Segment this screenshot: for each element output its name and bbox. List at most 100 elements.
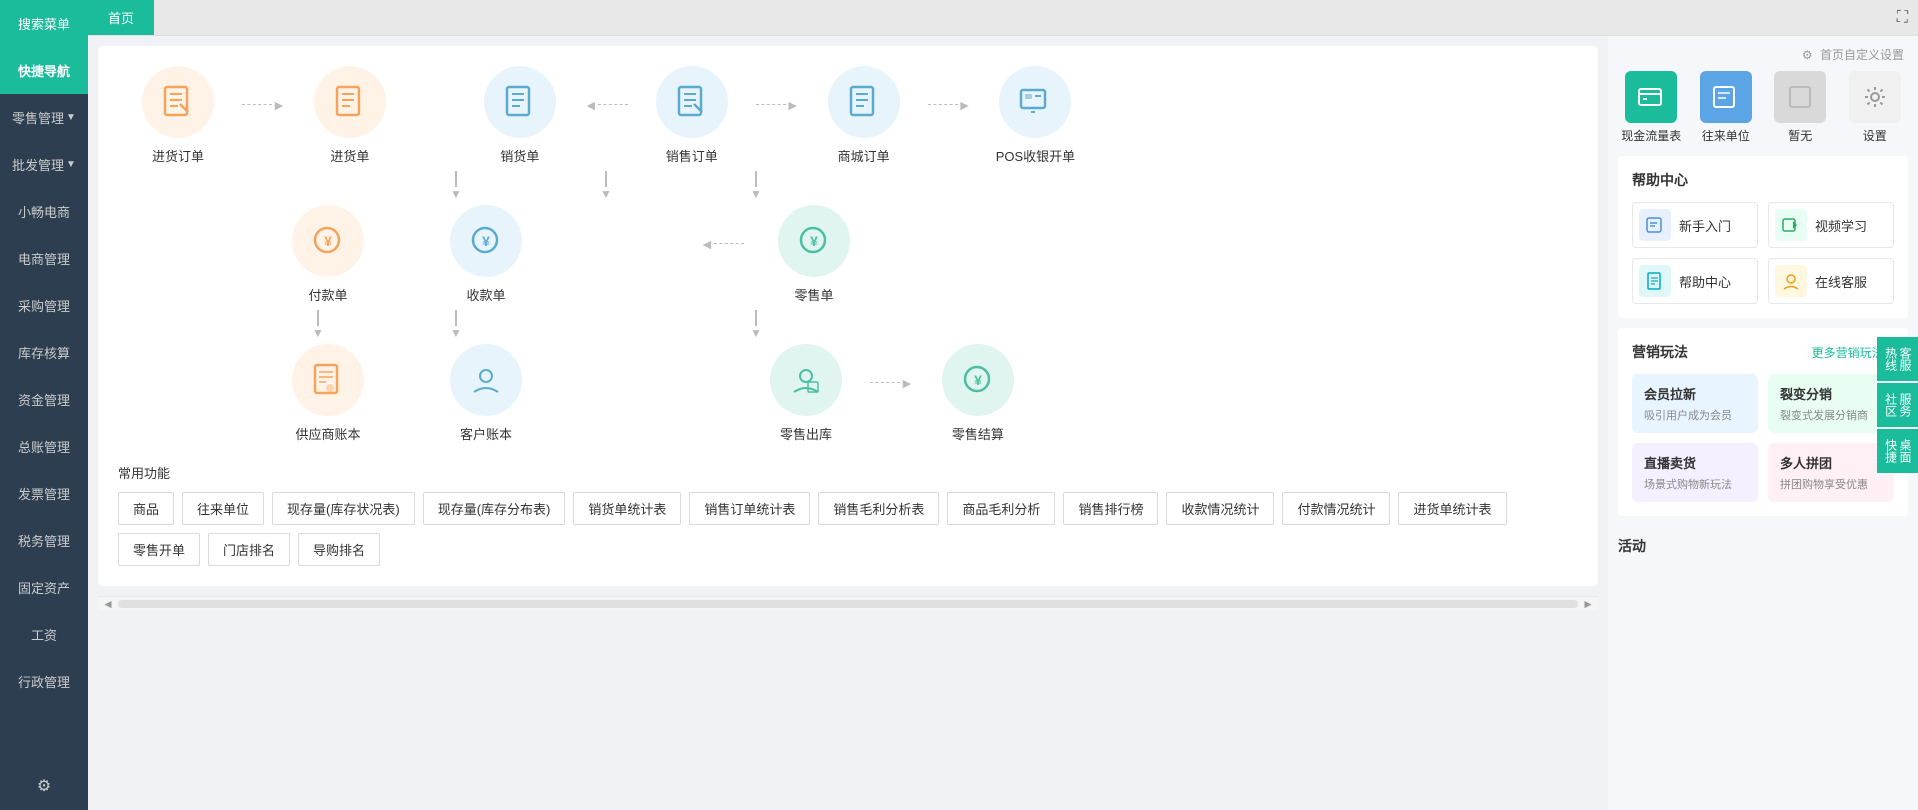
marketing-item-live[interactable]: 直播卖货 场景式购物新玩法 xyxy=(1632,443,1758,502)
sidebar-item-ecommerce-small[interactable]: 小畅电商 xyxy=(0,188,88,235)
qa-cashflow[interactable]: 现金流量表 xyxy=(1618,71,1685,144)
settings-icon[interactable]: ⚙ xyxy=(0,762,88,810)
retail-settle-icon: ¥ xyxy=(942,344,1014,416)
tab-home[interactable]: 首页 xyxy=(88,0,154,35)
v-arrow-payment: ▼ xyxy=(268,310,368,340)
mall-order-icon xyxy=(828,66,900,138)
flow-node-sales[interactable]: 销货单 xyxy=(460,66,580,165)
live-desc: 场景式购物新玩法 xyxy=(1644,476,1746,492)
arrow-6: ► xyxy=(870,375,914,391)
receipt-label: 收款单 xyxy=(466,285,505,304)
float-btn-service[interactable]: 客服热线 xyxy=(1877,337,1918,381)
svg-text:¥: ¥ xyxy=(810,233,818,249)
distribution-desc: 裂变式发展分销商 xyxy=(1780,407,1882,423)
sidebar-item-inventory[interactable]: 库存核算 xyxy=(0,329,88,376)
func-btn-store-rank[interactable]: 门店排名 xyxy=(208,533,290,566)
flow-node-pos[interactable]: POS收银开单 xyxy=(975,66,1095,165)
qa-settings-label: 设置 xyxy=(1863,127,1887,144)
sidebar-item-salary[interactable]: 工资 xyxy=(0,611,88,658)
func-btn-stock-dist[interactable]: 现存量(库存分布表) xyxy=(423,492,566,525)
sidebar-item-label: 工资 xyxy=(31,625,57,644)
sidebar-item-label: 库存核算 xyxy=(18,343,70,362)
svg-text:¥: ¥ xyxy=(974,372,982,388)
func-buttons: 商品 往来单位 现存量(库存状况表) 现存量(库存分布表) 销货单统计表 销售订… xyxy=(118,492,1578,566)
bottom-scrollbar[interactable]: ◄ ► xyxy=(98,596,1598,610)
sidebar-item-purchase[interactable]: 采购管理 xyxy=(0,282,88,329)
flow-node-customer-ledger[interactable]: 客户账本 xyxy=(426,344,546,443)
marketing-item-member[interactable]: 会员拉新 吸引用户成为会员 xyxy=(1632,374,1758,433)
mall-order-label: 商城订单 xyxy=(838,146,890,165)
retail-label: 零售单 xyxy=(794,285,833,304)
flow-node-purchase-order[interactable]: 进货订单 xyxy=(118,66,238,165)
chevron-down-icon: ▼ xyxy=(66,112,76,123)
qa-none[interactable]: 暂无 xyxy=(1767,71,1834,144)
customer-ledger-label: 客户账本 xyxy=(460,424,512,443)
scroll-right-arrow[interactable]: ► xyxy=(1582,597,1594,611)
help-item-video[interactable]: 视频学习 xyxy=(1768,202,1894,248)
flow-node-purchase[interactable]: 进货单 xyxy=(290,66,410,165)
sidebar-item-finance[interactable]: 资金管理 xyxy=(0,376,88,423)
func-btn-retail-order[interactable]: 零售开单 xyxy=(118,533,200,566)
activity-section: 活动 xyxy=(1618,526,1908,562)
sidebar-search[interactable]: 搜索菜单 xyxy=(0,0,88,47)
float-btn-desktop[interactable]: 桌面快捷 xyxy=(1877,429,1918,473)
flow-node-mall-order[interactable]: 商城订单 xyxy=(804,66,924,165)
retail-icon: ¥ xyxy=(778,205,850,277)
help-item-help[interactable]: 帮助中心 xyxy=(1632,258,1758,304)
svg-text:¥: ¥ xyxy=(324,233,332,249)
sidebar-item-wholesale[interactable]: 批发管理 ▼ xyxy=(0,141,88,188)
func-btn-sales-rank[interactable]: 销售排行榜 xyxy=(1063,492,1158,525)
flow-node-retail-out[interactable]: 零售出库 xyxy=(746,344,866,443)
purchase-order-label: 进货订单 xyxy=(152,146,204,165)
scroll-track[interactable] xyxy=(118,600,1578,608)
func-btn-sales-stat[interactable]: 销货单统计表 xyxy=(573,492,681,525)
flow-node-retail[interactable]: ¥ 零售单 xyxy=(754,205,874,304)
help-item-video-label: 视频学习 xyxy=(1815,216,1867,235)
func-btn-stock-status[interactable]: 现存量(库存状况表) xyxy=(272,492,415,525)
func-btn-product-margin[interactable]: 商品毛利分析 xyxy=(947,492,1055,525)
customize-link[interactable]: ⚙ 首页自定义设置 xyxy=(1618,46,1908,63)
func-btn-partner[interactable]: 往来单位 xyxy=(182,492,264,525)
help-item-service[interactable]: 在线客服 xyxy=(1768,258,1894,304)
func-btn-guide-rank[interactable]: 导购排名 xyxy=(298,533,380,566)
flow-node-receipt[interactable]: ¥ 收款单 xyxy=(426,205,546,304)
none-icon-box xyxy=(1774,71,1826,123)
func-btn-purchase-stat[interactable]: 进货单统计表 xyxy=(1398,492,1506,525)
pos-label: POS收银开单 xyxy=(996,146,1075,165)
marketing-grid: 会员拉新 吸引用户成为会员 裂变分销 裂变式发展分销商 直播卖货 场景式购物新玩… xyxy=(1632,374,1894,502)
help-item-beginner[interactable]: 新手入门 xyxy=(1632,202,1758,248)
sidebar-item-admin[interactable]: 行政管理 xyxy=(0,658,88,705)
sidebar-item-invoice[interactable]: 发票管理 xyxy=(0,470,88,517)
marketing-item-distribution[interactable]: 裂变分销 裂变式发展分销商 xyxy=(1768,374,1894,433)
flow-node-supplier-ledger[interactable]: 供应商账本 xyxy=(268,344,388,443)
flow-node-retail-settle[interactable]: ¥ 零售结算 xyxy=(918,344,1038,443)
v-arrow-receipt: ▼ xyxy=(406,310,506,340)
sidebar-item-ecommerce[interactable]: 电商管理 xyxy=(0,235,88,282)
func-btn-sales-order-stat[interactable]: 销售订单统计表 xyxy=(689,492,810,525)
sales-order-icon xyxy=(656,66,728,138)
v-arrow-sales: ▼ xyxy=(556,171,656,201)
scroll-left-arrow[interactable]: ◄ xyxy=(102,597,114,611)
pos-icon xyxy=(999,66,1071,138)
expand-icon[interactable]: ⛶ xyxy=(1887,9,1918,27)
sales-icon xyxy=(484,66,556,138)
sidebar-item-label: 小畅电商 xyxy=(18,202,70,221)
sidebar-item-ledger[interactable]: 总账管理 xyxy=(0,423,88,470)
sidebar-nav-header[interactable]: 快捷导航 xyxy=(0,47,88,94)
func-btn-payment-stat[interactable]: 付款情况统计 xyxy=(1282,492,1390,525)
sidebar-item-fixed-assets[interactable]: 固定资产 xyxy=(0,564,88,611)
func-btn-sales-margin[interactable]: 销售毛利分析表 xyxy=(818,492,939,525)
func-btn-product[interactable]: 商品 xyxy=(118,492,174,525)
qa-settings[interactable]: 设置 xyxy=(1842,71,1909,144)
func-btn-receipt-stat[interactable]: 收款情况统计 xyxy=(1166,492,1274,525)
qa-partner[interactable]: 往来单位 xyxy=(1693,71,1760,144)
float-btn-community[interactable]: 服务社区 xyxy=(1877,383,1918,427)
arrow-3: ► xyxy=(756,97,800,113)
sidebar-item-retail[interactable]: 零售管理 ▼ xyxy=(0,94,88,141)
flow-node-payment[interactable]: ¥ 付款单 xyxy=(268,205,388,304)
arrow-1: ► xyxy=(242,97,286,113)
flow-node-sales-order[interactable]: 销售订单 xyxy=(632,66,752,165)
sidebar-item-tax[interactable]: 税务管理 xyxy=(0,517,88,564)
marketing-item-group[interactable]: 多人拼团 拼团购物享受优惠 xyxy=(1768,443,1894,502)
member-desc: 吸引用户成为会员 xyxy=(1644,407,1746,423)
